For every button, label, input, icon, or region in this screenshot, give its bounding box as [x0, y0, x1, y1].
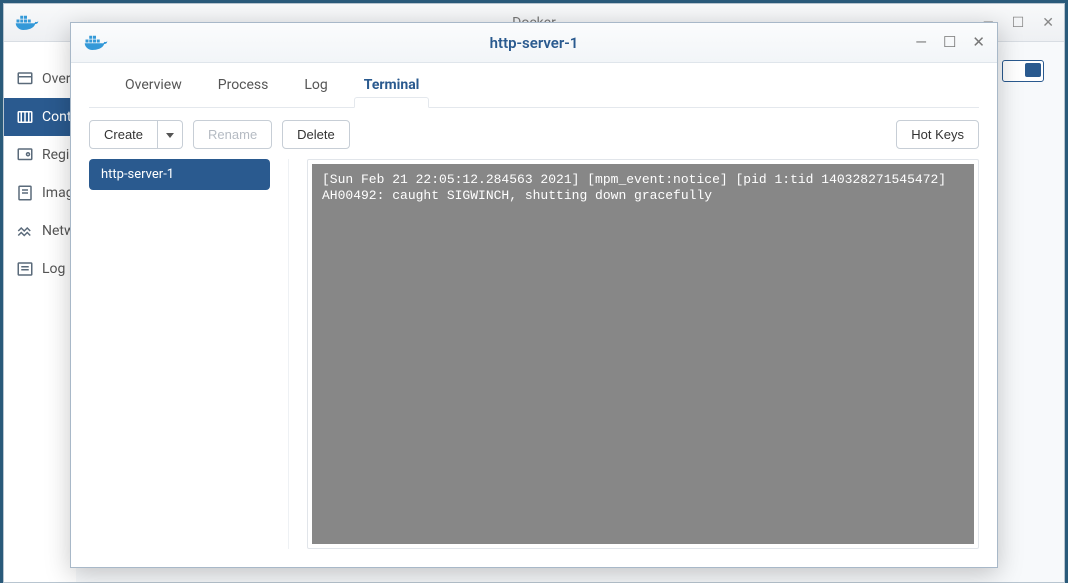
create-button-group: Create — [89, 120, 183, 149]
bg-sidebar: Overview Container Registry Image Networ… — [4, 42, 76, 582]
sidebar-item-log[interactable]: Log — [4, 250, 76, 288]
sidebar-item-container[interactable]: Container — [4, 98, 76, 136]
terminal-panel: [Sun Feb 21 22:05:12.284563 2021] [mpm_e… — [307, 159, 979, 549]
list-item[interactable]: http-server-1 — [89, 159, 270, 190]
bg-maximize-button[interactable]: ☐ — [1012, 15, 1025, 31]
delete-button[interactable]: Delete — [282, 120, 350, 149]
terminal-output[interactable]: [Sun Feb 21 22:05:12.284563 2021] [mpm_e… — [312, 164, 974, 544]
create-button[interactable]: Create — [89, 120, 158, 149]
rename-button[interactable]: Rename — [193, 120, 272, 149]
terminal-window: http-server-1 — ☐ ✕ Overview Process Log… — [70, 22, 998, 568]
terminal-list: http-server-1 — [89, 159, 289, 549]
modal-content: http-server-1 [Sun Feb 21 22:05:12.28456… — [71, 159, 997, 567]
docker-logo-icon — [14, 12, 40, 34]
modal-tabs: Overview Process Log Terminal — [89, 63, 979, 108]
sidebar-item-image[interactable]: Image — [4, 174, 76, 212]
chevron-down-icon — [166, 133, 174, 138]
docker-logo-icon — [83, 32, 109, 54]
tab-overview[interactable]: Overview — [125, 63, 182, 107]
modal-titlebar[interactable]: http-server-1 — ☐ ✕ — [71, 23, 997, 63]
modal-window-controls: — ☐ ✕ — [915, 35, 985, 50]
create-dropdown-button[interactable] — [158, 120, 183, 149]
modal-minimize-button[interactable]: — — [915, 35, 927, 50]
modal-maximize-button[interactable]: ☐ — [943, 35, 956, 50]
tab-process[interactable]: Process — [218, 63, 269, 107]
tab-terminal[interactable]: Terminal — [364, 63, 420, 107]
sidebar-item-registry[interactable]: Registry — [4, 136, 76, 174]
modal-close-button[interactable]: ✕ — [972, 35, 985, 50]
sidebar-label: Log — [42, 261, 65, 277]
bg-close-button[interactable]: ✕ — [1042, 15, 1054, 31]
modal-toolbar: Create Rename Delete Hot Keys — [71, 108, 997, 159]
container-toggle[interactable] — [1002, 60, 1044, 82]
modal-title: http-server-1 — [490, 34, 579, 52]
hotkeys-button[interactable]: Hot Keys — [896, 120, 979, 149]
tab-log[interactable]: Log — [304, 63, 327, 107]
sidebar-item-overview[interactable]: Overview — [4, 60, 76, 98]
sidebar-item-network[interactable]: Network — [4, 212, 76, 250]
